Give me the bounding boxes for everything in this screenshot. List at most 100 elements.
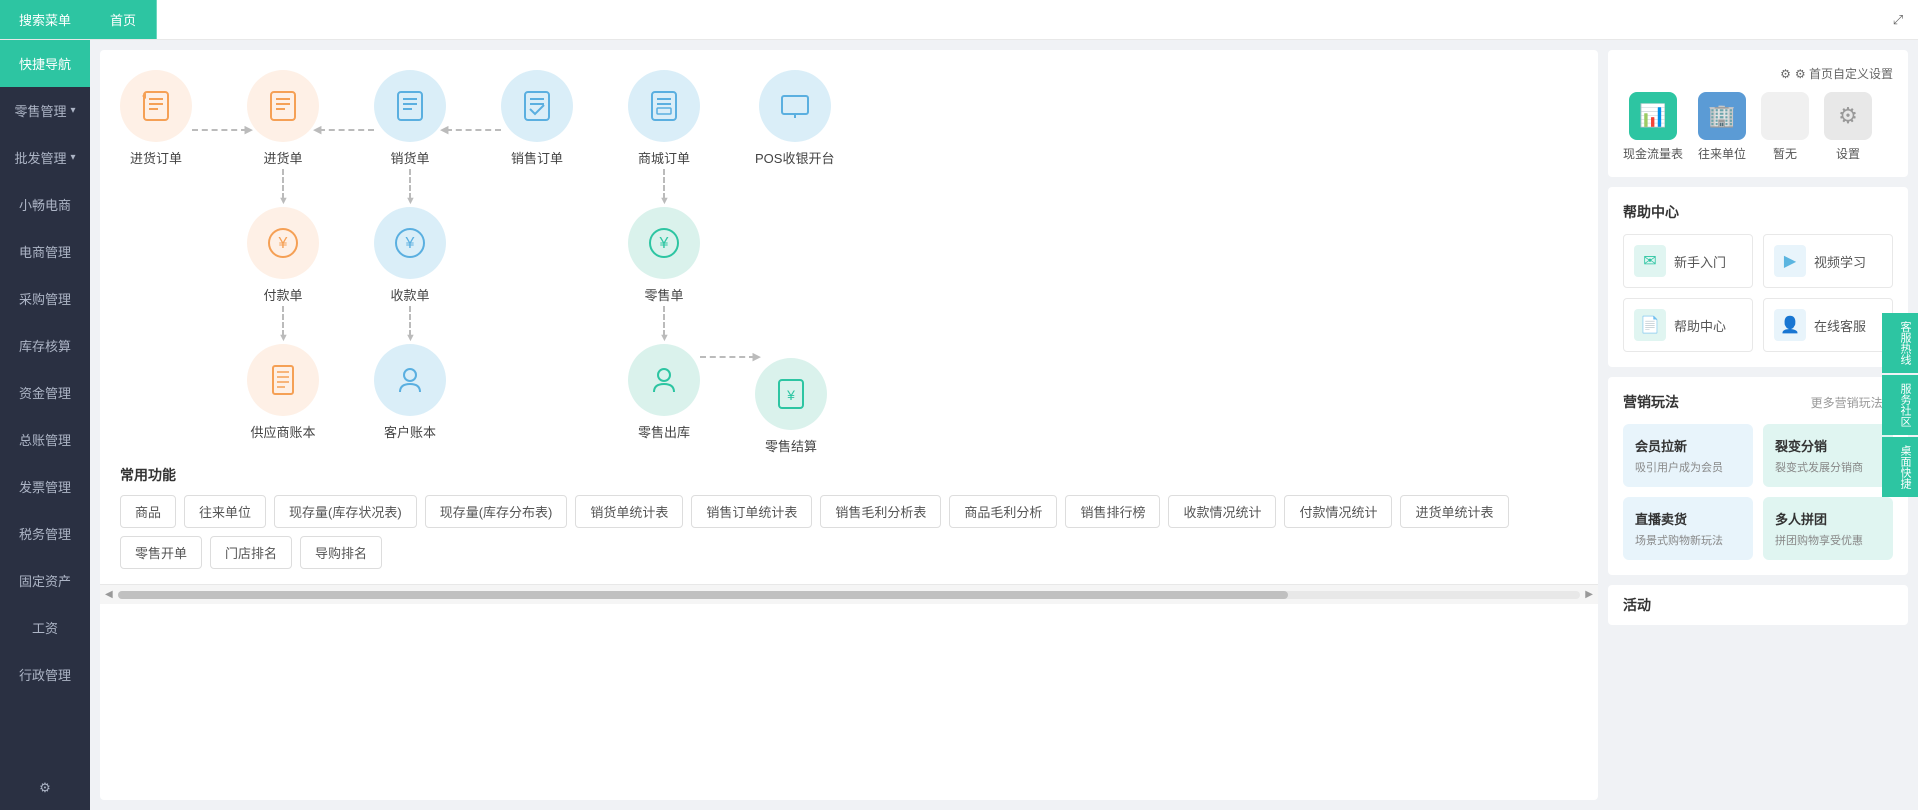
func-button[interactable]: 商品毛利分析 (949, 495, 1057, 528)
help-item-icon: 📄 (1634, 309, 1666, 341)
wholesale-arrow: ▾ (70, 152, 75, 163)
help-item[interactable]: ▶ 视频学习 (1763, 234, 1893, 288)
sidebar-item-admin[interactable]: 行政管理 (0, 651, 90, 698)
quick-icon-item[interactable]: 🏢往来单位 (1698, 92, 1746, 162)
more-marketing-link[interactable]: 更多营销玩法 > (1811, 394, 1893, 411)
sidebar-item-invoice[interactable]: 发票管理 (0, 463, 90, 510)
scroll-right-arrow[interactable]: ▶ (1585, 589, 1593, 600)
sidebar-item-xc-ecom[interactable]: 小畅电商 (0, 181, 90, 228)
marketing-item[interactable]: 裂变分销裂变式发展分销商 (1763, 424, 1893, 487)
node-shoukuan-dan[interactable]: ¥ 收款单 (374, 207, 446, 304)
sidebar-gear-button[interactable]: ⚙ (0, 766, 90, 810)
marketing-item-desc: 裂变式发展分销商 (1775, 459, 1881, 475)
node-fukuan-dan[interactable]: ¥ 付款单 (247, 207, 319, 304)
icon-lingshou-dan: ¥ (628, 207, 700, 279)
quick-icon-label: 往来单位 (1698, 145, 1746, 162)
sidebar-item-salary[interactable]: 工资 (0, 604, 90, 651)
func-button[interactable]: 销售毛利分析表 (820, 495, 941, 528)
right-panel: ⚙ ⚙ 首页自定义设置 📊现金流量表🏢往来单位暂无⚙设置 帮助中心 ✉新手入门▶… (1608, 50, 1908, 800)
node-xiaoshou-dingdan[interactable]: 销售订单 (501, 70, 573, 167)
scroll-bar[interactable]: ◀ ▶ (100, 584, 1598, 604)
marketing-item[interactable]: 直播卖货场景式购物新玩法 (1623, 497, 1753, 560)
sidebar-item-finance[interactable]: 资金管理 (0, 369, 90, 416)
help-item[interactable]: 👤在线客服 (1763, 298, 1893, 352)
sidebar-item-fixed-assets[interactable]: 固定资产 (0, 557, 90, 604)
icon-jinhuo-dingdan (120, 70, 192, 142)
node-lingshou-jiesuan[interactable]: ¥ 零售结算 (755, 306, 827, 455)
float-button[interactable]: 服务社区 (1882, 375, 1918, 435)
help-center-panel: 帮助中心 ✉新手入门▶视频学习📄帮助中心👤在线客服 (1608, 187, 1908, 367)
node-lingshou-dan[interactable]: ¥ 零售单 (628, 207, 700, 304)
tab-home[interactable]: 首页 (90, 0, 157, 39)
top-bar-right: ⤢ (1888, 10, 1918, 30)
func-button[interactable]: 往来单位 (184, 495, 266, 528)
sidebar-item-ecom[interactable]: 电商管理 (0, 228, 90, 275)
search-menu-button[interactable]: 搜索菜单 (0, 0, 90, 39)
func-button[interactable]: 零售开单 (120, 536, 202, 569)
sidebar-item-inventory[interactable]: 库存核算 (0, 322, 90, 369)
node-jinhuo-dingdan[interactable]: 进货订单 (120, 70, 192, 167)
quick-icon-box: 📊 (1629, 92, 1677, 140)
expand-icon[interactable]: ⤢ (1888, 10, 1908, 30)
func-button[interactable]: 导购排名 (300, 536, 382, 569)
marketing-item[interactable]: 会员拉新吸引用户成为会员 (1623, 424, 1753, 487)
help-item-label: 视频学习 (1814, 252, 1866, 271)
gear-icon-small: ⚙ (1780, 67, 1791, 81)
help-item[interactable]: 📄帮助中心 (1623, 298, 1753, 352)
scroll-thumb (118, 591, 1288, 599)
retail-arrow: ▾ (70, 105, 75, 116)
svg-text:¥: ¥ (659, 235, 669, 252)
quick-access-panel: ⚙ ⚙ 首页自定义设置 📊现金流量表 🏢往来单位暂无 ⚙设置 (1608, 50, 1908, 177)
func-button[interactable]: 进货单统计表 (1400, 495, 1508, 528)
customize-homepage-button[interactable]: ⚙ ⚙ 首页自定义设置 (1780, 65, 1893, 82)
help-grid: ✉新手入门 ▶ 视频学习 📄帮助中心👤在线客服 (1623, 234, 1893, 352)
help-item[interactable]: ✉新手入门 (1623, 234, 1753, 288)
node-xiaohuo-dan[interactable]: 销货单 (374, 70, 446, 167)
sidebar-item-quick-nav[interactable]: 快捷导航 (0, 40, 90, 87)
help-item-icon: ▶ (1774, 245, 1806, 277)
quick-icon-box: ⚙ (1824, 92, 1872, 140)
func-button[interactable]: 收款情况统计 (1168, 495, 1276, 528)
sidebar-item-purchase[interactable]: 采购管理 (0, 275, 90, 322)
node-lingshou-chuku[interactable]: 零售出库 (628, 344, 700, 441)
func-button[interactable]: 销售排行榜 (1065, 495, 1160, 528)
scroll-left-arrow[interactable]: ◀ (105, 589, 113, 600)
sidebar-item-wholesale[interactable]: 批发管理 ▾ (0, 134, 90, 181)
float-button[interactable]: 客服热线 (1882, 313, 1918, 373)
float-button[interactable]: 桌面快捷 (1882, 437, 1918, 497)
sidebar-item-ledger[interactable]: 总账管理 (0, 416, 90, 463)
quick-icon-item[interactable]: 暂无 (1761, 92, 1809, 162)
node-pos[interactable]: POS收银开台 (755, 70, 834, 167)
func-button[interactable]: 现存量(库存状况表) (274, 495, 417, 528)
icon-shangcheng-dingdan (628, 70, 700, 142)
flow-diagram: 进货订单 ▶ 进货单 (100, 50, 1598, 465)
quick-icon-item[interactable]: ⚙设置 (1824, 92, 1872, 162)
node-kehu-zhangben[interactable]: 客户账本 (374, 344, 446, 441)
icon-kehu-zhangben (374, 344, 446, 416)
icon-jinhuo-dan (247, 70, 319, 142)
quick-icons-row: 📊现金流量表 🏢往来单位暂无 ⚙设置 (1623, 92, 1893, 162)
marketing-item-desc: 拼团购物享受优惠 (1775, 532, 1881, 548)
gear-icon: ⚙ (39, 780, 51, 796)
icon-pos (759, 70, 831, 142)
marketing-item[interactable]: 多人拼团拼团购物享受优惠 (1763, 497, 1893, 560)
func-button[interactable]: 销售订单统计表 (691, 495, 812, 528)
icon-gongyingshang-zhangben (247, 344, 319, 416)
activity-section: 活动 (1608, 585, 1908, 625)
func-button[interactable]: 付款情况统计 (1284, 495, 1392, 528)
icon-lingshou-chuku (628, 344, 700, 416)
scroll-track[interactable] (118, 591, 1581, 599)
func-button[interactable]: 现存量(库存分布表) (425, 495, 568, 528)
marketing-item-title: 多人拼团 (1775, 509, 1881, 528)
node-gongyingshang-zhangben[interactable]: 供应商账本 (247, 344, 319, 441)
marketing-item-title: 会员拉新 (1635, 436, 1741, 455)
func-button[interactable]: 门店排名 (210, 536, 292, 569)
node-shangcheng-dingdan[interactable]: 商城订单 (628, 70, 700, 167)
node-jinhuo-dan[interactable]: 进货单 (247, 70, 319, 167)
page-content: 进货订单 ▶ 进货单 (90, 40, 1918, 810)
sidebar-item-tax[interactable]: 税务管理 (0, 510, 90, 557)
quick-icon-item[interactable]: 📊现金流量表 (1623, 92, 1683, 162)
func-button[interactable]: 商品 (120, 495, 176, 528)
func-button[interactable]: 销货单统计表 (575, 495, 683, 528)
sidebar-item-retail[interactable]: 零售管理 ▾ (0, 87, 90, 134)
